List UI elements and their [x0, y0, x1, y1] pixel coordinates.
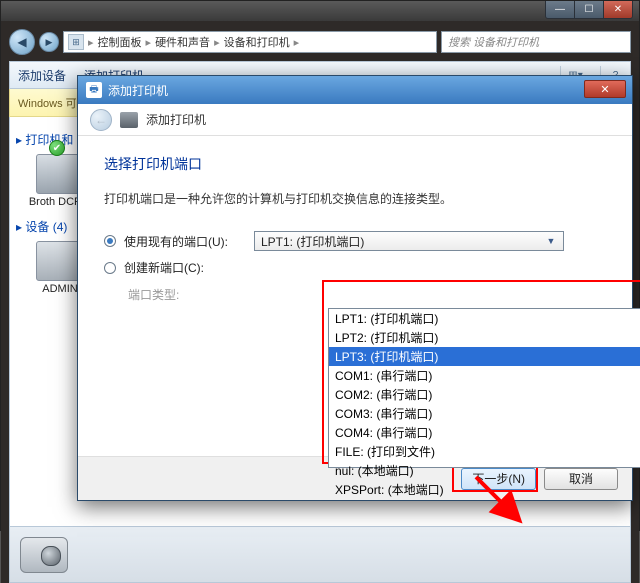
port-dropdown-item[interactable]: LPT2: (打印机端口) [329, 328, 640, 347]
radio-unselected-icon[interactable] [104, 262, 116, 274]
breadcrumb-seg-2[interactable]: 硬件和声音 [155, 34, 210, 50]
port-dropdown-item[interactable]: FILE: (打印到文件) [329, 442, 640, 461]
port-type-label: 端口类型: [128, 288, 179, 302]
breadcrumb-seg-1[interactable]: 控制面板 [98, 34, 142, 50]
nav-back-button[interactable]: ◀ [9, 29, 35, 55]
computer-device-label: ADMIN [42, 283, 77, 295]
dialog-subheader: ← 添加打印机 [78, 104, 632, 136]
chevron-down-icon[interactable]: ▼ [543, 233, 559, 249]
breadcrumb-sep-icon: ▸ [146, 36, 152, 49]
infobar-prefix: Windows 可 [18, 95, 77, 111]
breadcrumb-sep-icon: ▸ [294, 36, 300, 49]
port-dropdown-item[interactable]: COM2: (串行端口) [329, 385, 640, 404]
create-new-port-label: 创建新端口(C): [124, 259, 254, 276]
nav-forward-button[interactable]: ▶ [39, 32, 59, 52]
port-dropdown-item[interactable]: LPT1: (打印机端口) [329, 309, 640, 328]
wizard-heading: 选择打印机端口 [104, 154, 606, 174]
port-dropdown-item[interactable]: XPSPort: (本地端口) [329, 480, 640, 499]
window-close-button[interactable]: ✕ [603, 1, 633, 19]
wizard-description: 打印机端口是一种允许您的计算机与打印机交换信息的连接类型。 [104, 190, 606, 207]
use-existing-port-label: 使用现有的端口(U): [124, 233, 254, 250]
create-new-port-option[interactable]: 创建新端口(C): [104, 259, 606, 276]
details-pane [9, 527, 631, 583]
dialog-subtitle: 添加打印机 [146, 111, 206, 128]
window-titlebar[interactable]: — ☐ ✕ [1, 1, 639, 21]
wizard-back-button[interactable]: ← [90, 109, 112, 131]
add-device-button[interactable]: 添加设备 [18, 67, 66, 84]
address-bar[interactable]: ⊞ ▸ 控制面板 ▸ 硬件和声音 ▸ 设备和打印机 ▸ [63, 31, 437, 53]
port-combobox-value: LPT1: (打印机端口) [261, 233, 364, 250]
window-minimize-button[interactable]: — [545, 1, 575, 19]
nav-row: ◀ ▶ ⊞ ▸ 控制面板 ▸ 硬件和声音 ▸ 设备和打印机 ▸ 搜索 设备和打印… [9, 27, 631, 57]
port-dropdown-item[interactable]: nul: (本地端口) [329, 461, 640, 480]
port-type-row: 端口类型: [128, 286, 606, 303]
window-maximize-button[interactable]: ☐ [574, 1, 604, 19]
printer-icon: 🖶 [86, 82, 102, 98]
breadcrumb-sep-icon: ▸ [214, 36, 220, 49]
radio-selected-icon[interactable] [104, 235, 116, 247]
port-dropdown-item[interactable]: COM3: (串行端口) [329, 404, 640, 423]
breadcrumb-seg-3[interactable]: 设备和打印机 [224, 34, 290, 50]
search-input[interactable]: 搜索 设备和打印机 [441, 31, 631, 53]
port-dropdown-item[interactable]: COM4: (串行端口) [329, 423, 640, 442]
status-ok-icon: ✔ [49, 140, 65, 156]
port-dropdown-list[interactable]: LPT1: (打印机端口)LPT2: (打印机端口)LPT3: (打印机端口)C… [328, 308, 640, 468]
search-placeholder: 搜索 设备和打印机 [448, 34, 539, 50]
use-existing-port-option[interactable]: 使用现有的端口(U): LPT1: (打印机端口) ▼ [104, 231, 606, 251]
port-dropdown-item[interactable]: COM1: (串行端口) [329, 366, 640, 385]
dialog-close-button[interactable]: ✕ [584, 80, 626, 98]
port-dropdown-item[interactable]: LPT3: (打印机端口) [329, 347, 640, 366]
breadcrumb-sep-icon: ▸ [88, 36, 94, 49]
dialog-titlebar[interactable]: 🖶 添加打印机 ✕ [78, 76, 632, 104]
add-printer-dialog: 🖶 添加打印机 ✕ ← 添加打印机 选择打印机端口 打印机端口是一种允许您的计算… [77, 75, 633, 501]
camera-icon [20, 537, 68, 573]
printer-icon [120, 112, 138, 128]
port-combobox[interactable]: LPT1: (打印机端口) ▼ [254, 231, 564, 251]
window-controls: — ☐ ✕ [546, 1, 633, 19]
dialog-title: 添加打印机 [108, 82, 168, 99]
control-panel-icon: ⊞ [68, 34, 84, 50]
